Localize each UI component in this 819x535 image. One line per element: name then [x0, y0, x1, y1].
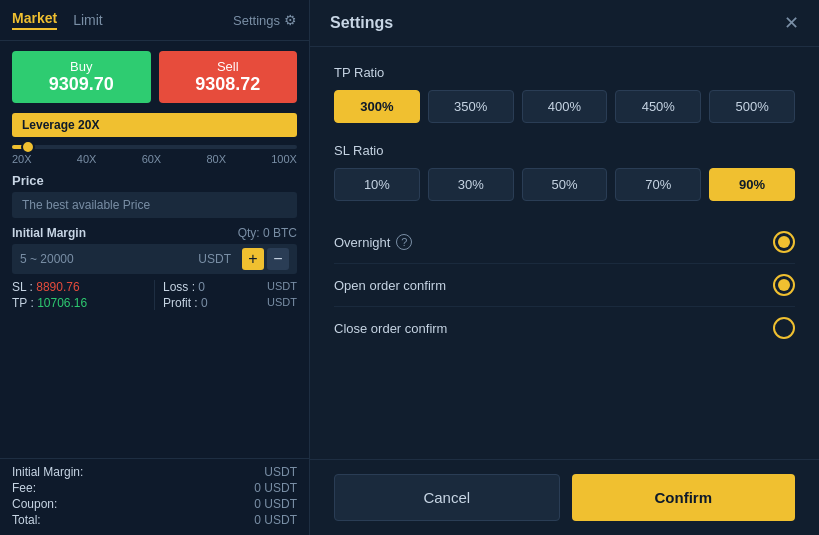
summary-total-label: Total:: [12, 513, 41, 527]
initial-margin-qty: Qty: 0 BTC: [238, 226, 297, 240]
slider-labels: 20X 40X 60X 80X 100X: [12, 153, 297, 165]
sl-ratio-btn-3[interactable]: 70%: [615, 168, 701, 201]
settings-link[interactable]: Settings ⚙: [233, 12, 297, 28]
confirm-button[interactable]: Confirm: [572, 474, 796, 521]
sl-row: SL : 8890.76: [12, 280, 146, 294]
summary-coupon-val: 0 USDT: [254, 497, 297, 511]
buy-sell-row: Buy 9309.70 Sell 9308.72: [0, 41, 309, 113]
sl-tp-row: SL : 8890.76 TP : 10706.16 Loss : 0 USDT…: [0, 276, 309, 314]
profit-value: 0: [201, 296, 208, 310]
gear-icon: ⚙: [284, 12, 297, 28]
open-order-toggle[interactable]: [773, 274, 795, 296]
initial-margin-header: Initial Margin Qty: 0 BTC: [0, 220, 309, 242]
overnight-help-icon[interactable]: ?: [396, 234, 412, 250]
summary-row-total: Total: 0 USDT: [12, 513, 297, 527]
tp-value[interactable]: 10706.16: [37, 296, 87, 310]
margin-plus-button[interactable]: +: [242, 248, 264, 270]
summary-fee-label: Fee:: [12, 481, 36, 495]
loss-label: Loss : 0: [163, 280, 205, 294]
slider-label-40x: 40X: [77, 153, 97, 165]
price-best: The best available Price: [12, 192, 297, 218]
modal-footer: Cancel Confirm: [310, 459, 819, 535]
summary-section: Initial Margin: USDT Fee: 0 USDT Coupon:…: [0, 458, 309, 535]
summary-im-val: USDT: [264, 465, 297, 479]
close-order-row: Close order confirm: [334, 307, 795, 349]
slider-label-60x: 60X: [142, 153, 162, 165]
tp-row: TP : 10706.16: [12, 296, 146, 310]
sl-tp-col: SL : 8890.76 TP : 10706.16: [12, 280, 146, 310]
buy-price: 9309.70: [16, 74, 147, 95]
profit-currency: USDT: [267, 296, 297, 310]
modal-body: TP Ratio 300% 350% 400% 450% 500% SL Rat…: [310, 47, 819, 459]
sl-value[interactable]: 8890.76: [36, 280, 79, 294]
sell-label: Sell: [163, 59, 294, 74]
margin-range: 5 ~ 20000: [20, 252, 198, 266]
margin-currency: USDT: [198, 252, 231, 266]
slider-track[interactable]: [12, 145, 297, 149]
sl-ratio-btn-2[interactable]: 50%: [522, 168, 608, 201]
initial-margin-label: Initial Margin: [12, 226, 86, 240]
tab-market[interactable]: Market: [12, 10, 57, 30]
loss-currency: USDT: [267, 280, 297, 294]
loss-row: Loss : 0 USDT: [163, 280, 297, 294]
summary-row-fee: Fee: 0 USDT: [12, 481, 297, 495]
summary-im-label: Initial Margin:: [12, 465, 83, 479]
open-order-row: Open order confirm: [334, 264, 795, 307]
margin-input-row: 5 ~ 20000 USDT + −: [12, 244, 297, 274]
margin-minus-button[interactable]: −: [267, 248, 289, 270]
close-order-toggle[interactable]: [773, 317, 795, 339]
buy-button[interactable]: Buy 9309.70: [12, 51, 151, 103]
summary-coupon-label: Coupon:: [12, 497, 57, 511]
close-button[interactable]: ✕: [784, 12, 799, 34]
tp-ratio-label: TP Ratio: [334, 65, 795, 80]
close-order-label: Close order confirm: [334, 321, 447, 336]
overnight-label: Overnight ?: [334, 234, 412, 250]
tp-ratio-group: TP Ratio 300% 350% 400% 450% 500%: [334, 65, 795, 123]
profit-row: Profit : 0 USDT: [163, 296, 297, 310]
price-section-label: Price: [0, 169, 309, 190]
sell-price: 9308.72: [163, 74, 294, 95]
slider-thumb[interactable]: [21, 140, 35, 154]
sl-ratio-buttons: 10% 30% 50% 70% 90%: [334, 168, 795, 201]
tp-ratio-btn-3[interactable]: 450%: [615, 90, 701, 123]
summary-row-coupon: Coupon: 0 USDT: [12, 497, 297, 511]
tp-ratio-btn-1[interactable]: 350%: [428, 90, 514, 123]
sl-ratio-btn-0[interactable]: 10%: [334, 168, 420, 201]
leverage-slider-area: 20X 40X 60X 80X 100X: [0, 137, 309, 169]
slider-label-80x: 80X: [206, 153, 226, 165]
sl-ratio-group: SL Ratio 10% 30% 50% 70% 90%: [334, 143, 795, 201]
tp-ratio-btn-4[interactable]: 500%: [709, 90, 795, 123]
slider-label-100x: 100X: [271, 153, 297, 165]
left-header: Market Limit Settings ⚙: [0, 0, 309, 41]
sell-button[interactable]: Sell 9308.72: [159, 51, 298, 103]
sl-ratio-label: SL Ratio: [334, 143, 795, 158]
summary-fee-val: 0 USDT: [254, 481, 297, 495]
settings-panel: Settings ✕ TP Ratio 300% 350% 400% 450% …: [310, 0, 819, 535]
slider-label-20x: 20X: [12, 153, 32, 165]
cancel-button[interactable]: Cancel: [334, 474, 560, 521]
profit-label: Profit : 0: [163, 296, 208, 310]
summary-row-margin: Initial Margin: USDT: [12, 465, 297, 479]
modal-title: Settings: [330, 14, 393, 32]
open-order-label: Open order confirm: [334, 278, 446, 293]
buy-label: Buy: [16, 59, 147, 74]
left-panel: Market Limit Settings ⚙ Buy 9309.70 Sell…: [0, 0, 310, 535]
tp-ratio-btn-2[interactable]: 400%: [522, 90, 608, 123]
tp-ratio-btn-0[interactable]: 300%: [334, 90, 420, 123]
tp-label: TP :: [12, 296, 37, 310]
sl-ratio-btn-4[interactable]: 90%: [709, 168, 795, 201]
summary-total-val: 0 USDT: [254, 513, 297, 527]
overnight-toggle[interactable]: [773, 231, 795, 253]
leverage-bar[interactable]: Leverage 20X: [12, 113, 297, 137]
sl-ratio-btn-1[interactable]: 30%: [428, 168, 514, 201]
loss-profit-col: Loss : 0 USDT Profit : 0 USDT: [163, 280, 297, 310]
loss-value: 0: [198, 280, 205, 294]
sl-label: SL :: [12, 280, 36, 294]
tp-ratio-buttons: 300% 350% 400% 450% 500%: [334, 90, 795, 123]
overnight-row: Overnight ?: [334, 221, 795, 264]
vertical-divider: [154, 280, 155, 310]
modal-header: Settings ✕: [310, 0, 819, 47]
tab-limit[interactable]: Limit: [73, 12, 103, 28]
